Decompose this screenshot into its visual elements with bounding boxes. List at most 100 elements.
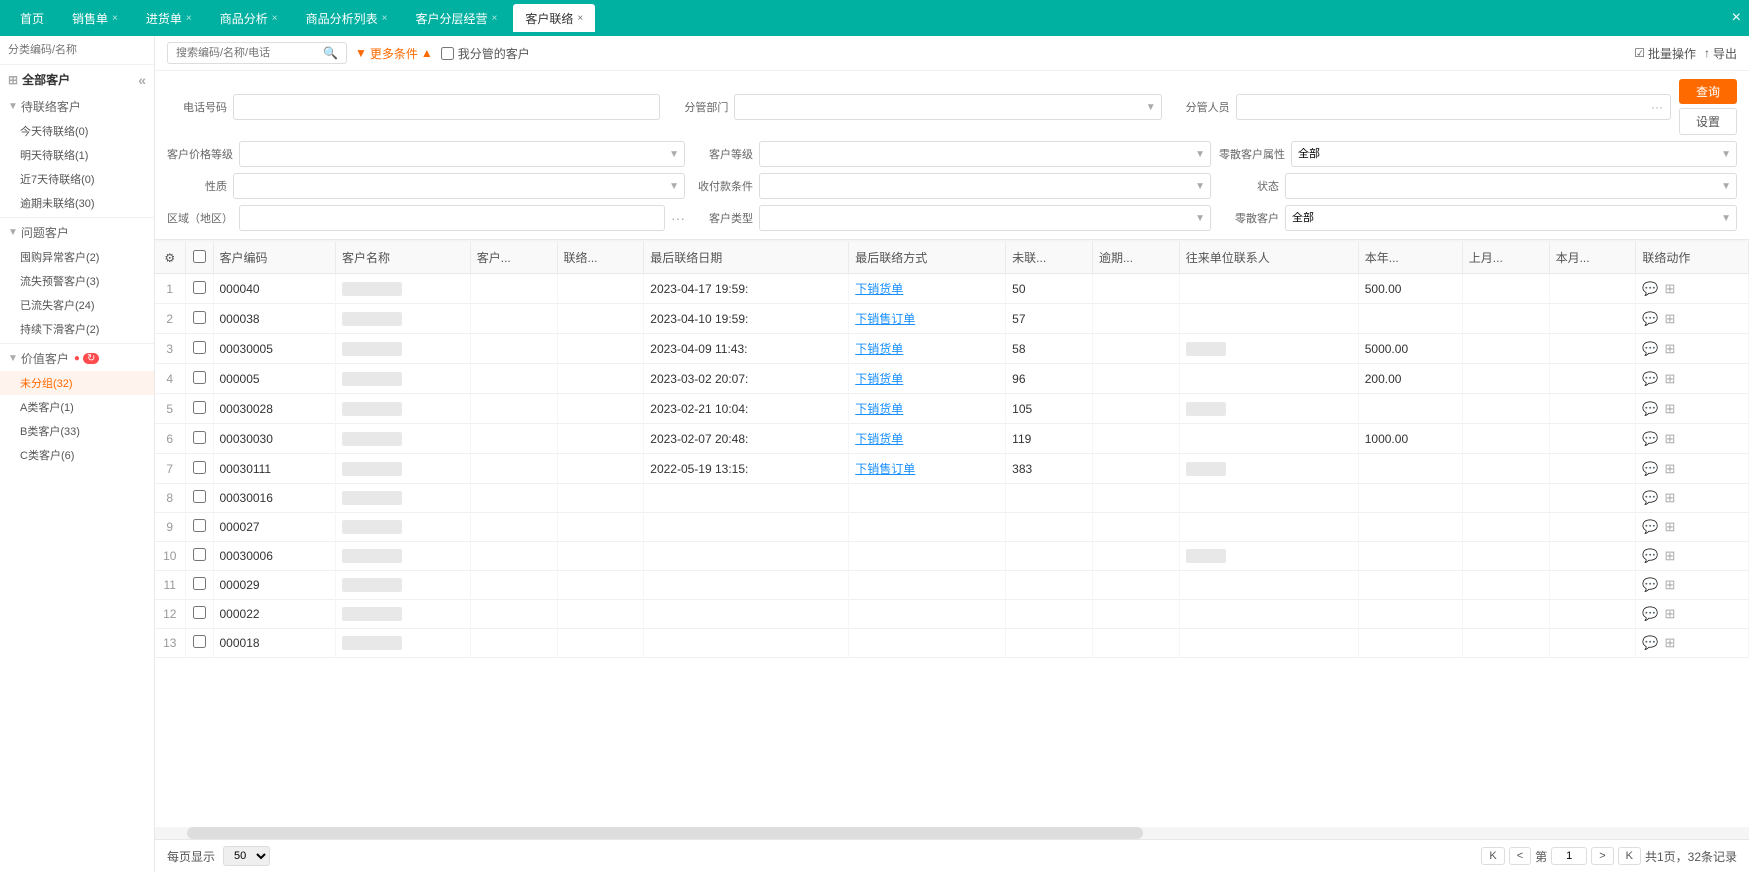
grid-action-icon[interactable]: ⊞ xyxy=(1665,341,1676,357)
prev-page-button[interactable]: < xyxy=(1509,847,1531,865)
row-check-9[interactable] xyxy=(185,542,213,571)
nav-tab-sales[interactable]: 销售单 × xyxy=(60,4,130,32)
close-sales-tab[interactable]: × xyxy=(112,13,118,24)
region-input[interactable] xyxy=(239,205,665,231)
grid-action-icon[interactable]: ⊞ xyxy=(1665,401,1676,417)
row-check-4[interactable] xyxy=(185,394,213,424)
row-last-method-0[interactable]: 下销货单 xyxy=(849,274,1006,304)
row-check-5[interactable] xyxy=(185,424,213,454)
grid-action-icon[interactable]: ⊞ xyxy=(1665,548,1676,564)
problem-customers-group[interactable]: ▼ 问题客户 xyxy=(0,220,154,245)
row-last-method-1[interactable]: 下销售订单 xyxy=(849,304,1006,334)
close-segment-tab[interactable]: × xyxy=(491,13,497,24)
chat-icon[interactable]: 💬 xyxy=(1642,490,1658,506)
col-checkbox[interactable] xyxy=(185,242,213,274)
sidebar-item-tomorrow-pending[interactable]: 明天待联络(1) xyxy=(0,143,154,167)
row-last-method-6[interactable]: 下销售订单 xyxy=(849,454,1006,484)
chat-icon[interactable]: 💬 xyxy=(1642,281,1658,297)
customer-level-select[interactable] xyxy=(759,141,1211,167)
grid-action-icon[interactable]: ⊞ xyxy=(1665,490,1676,506)
chat-icon[interactable]: 💬 xyxy=(1642,341,1658,357)
grid-action-icon[interactable]: ⊞ xyxy=(1665,461,1676,477)
grid-action-icon[interactable]: ⊞ xyxy=(1665,577,1676,593)
sidebar-item-churned[interactable]: 已流失客户(24) xyxy=(0,293,154,317)
grid-action-icon[interactable]: ⊞ xyxy=(1665,635,1676,651)
sidebar-item-7day-pending[interactable]: 近7天待联络(0) xyxy=(0,167,154,191)
next-page-button[interactable]: > xyxy=(1591,847,1613,865)
region-dots-icon[interactable]: ··· xyxy=(671,210,685,226)
grid-action-icon[interactable]: ⊞ xyxy=(1665,431,1676,447)
value-customers-group[interactable]: ▼ 价值客户 ● ↻ xyxy=(0,346,154,371)
chat-icon[interactable]: 💬 xyxy=(1642,548,1658,564)
close-purchase-tab[interactable]: × xyxy=(186,13,192,24)
pending-contact-group[interactable]: ▼ 待联络客户 xyxy=(0,94,154,119)
sidebar-item-class-a[interactable]: A类客户(1) xyxy=(0,395,154,419)
sidebar-item-declining[interactable]: 持续下滑客户(2) xyxy=(0,317,154,341)
filter-search-icon[interactable]: 🔍 xyxy=(323,46,338,60)
sidebar-search-input[interactable] xyxy=(8,44,150,56)
grid-action-icon[interactable]: ⊞ xyxy=(1665,311,1676,327)
row-last-method-8[interactable] xyxy=(849,513,1006,542)
close-analysis-tab[interactable]: × xyxy=(272,13,278,24)
sidebar-item-overdue-pending[interactable]: 逾期未联络(30) xyxy=(0,191,154,215)
row-last-method-2[interactable]: 下销货单 xyxy=(849,334,1006,364)
close-window-button[interactable]: × xyxy=(1732,9,1741,27)
nav-tab-purchase[interactable]: 进货单 × xyxy=(134,4,204,32)
page-number-input[interactable] xyxy=(1551,847,1587,865)
nav-tab-customer-segment[interactable]: 客户分层经营 × xyxy=(403,4,509,32)
chat-icon[interactable]: 💬 xyxy=(1642,519,1658,535)
chat-icon[interactable]: 💬 xyxy=(1642,461,1658,477)
gender-select[interactable] xyxy=(233,173,685,199)
row-check-8[interactable] xyxy=(185,513,213,542)
price-level-select[interactable] xyxy=(239,141,685,167)
last-page-button[interactable]: K xyxy=(1618,847,1641,865)
row-last-method-12[interactable] xyxy=(849,629,1006,658)
row-check-0[interactable] xyxy=(185,274,213,304)
grid-action-icon[interactable]: ⊞ xyxy=(1665,519,1676,535)
row-check-11[interactable] xyxy=(185,600,213,629)
chat-icon[interactable]: 💬 xyxy=(1642,606,1658,622)
sidebar-item-ungrouped[interactable]: 未分组(32) xyxy=(0,371,154,395)
chat-icon[interactable]: 💬 xyxy=(1642,431,1658,447)
row-check-6[interactable] xyxy=(185,454,213,484)
row-check-3[interactable] xyxy=(185,364,213,394)
chat-icon[interactable]: 💬 xyxy=(1642,311,1658,327)
row-last-method-4[interactable]: 下销货单 xyxy=(849,394,1006,424)
sidebar-item-today-pending[interactable]: 今天待联络(0) xyxy=(0,119,154,143)
filter-search-box[interactable]: 🔍 xyxy=(167,42,347,64)
row-check-7[interactable] xyxy=(185,484,213,513)
grid-action-icon[interactable]: ⊞ xyxy=(1665,281,1676,297)
row-check-1[interactable] xyxy=(185,304,213,334)
more-conditions-button[interactable]: ▼ 更多条件 ▲ xyxy=(355,45,433,62)
retail-attr-select[interactable]: 全部 xyxy=(1291,141,1737,167)
row-check-12[interactable] xyxy=(185,629,213,658)
row-check-10[interactable] xyxy=(185,571,213,600)
reset-button[interactable]: 设置 xyxy=(1679,108,1737,135)
nav-home[interactable]: 首页 xyxy=(8,10,56,27)
row-last-method-5[interactable]: 下销货单 xyxy=(849,424,1006,454)
payment-select[interactable] xyxy=(759,173,1211,199)
sidebar-item-class-b[interactable]: B类客户(33) xyxy=(0,419,154,443)
dept-select[interactable] xyxy=(734,94,1161,120)
customer-type-select[interactable] xyxy=(759,205,1211,231)
sidebar-collapse-button[interactable]: « xyxy=(138,72,146,88)
row-last-method-9[interactable] xyxy=(849,542,1006,571)
status-select[interactable] xyxy=(1285,173,1737,199)
select-all-checkbox[interactable] xyxy=(193,250,206,263)
nav-tab-analysis[interactable]: 商品分析 × xyxy=(208,4,290,32)
row-last-method-10[interactable] xyxy=(849,571,1006,600)
batch-ops-button[interactable]: ☑ 批量操作 xyxy=(1634,45,1696,62)
sidebar-item-hoarding-abnormal[interactable]: 囤购异常客户(2) xyxy=(0,245,154,269)
grid-action-icon[interactable]: ⊞ xyxy=(1665,371,1676,387)
chat-icon[interactable]: 💬 xyxy=(1642,635,1658,651)
all-customers-header[interactable]: ⊞ 全部客户 « xyxy=(0,65,154,94)
first-page-button[interactable]: K xyxy=(1481,847,1504,865)
chat-icon[interactable]: 💬 xyxy=(1642,577,1658,593)
row-last-method-11[interactable] xyxy=(849,600,1006,629)
person-dots-icon[interactable]: ··· xyxy=(1651,100,1663,114)
nav-tab-customer-contact[interactable]: 客户联络 × xyxy=(513,4,595,32)
person-input[interactable] xyxy=(1236,94,1671,120)
retail-customer-select[interactable]: 全部 xyxy=(1285,205,1737,231)
filter-search-input[interactable] xyxy=(176,47,319,59)
chat-icon[interactable]: 💬 xyxy=(1642,371,1658,387)
